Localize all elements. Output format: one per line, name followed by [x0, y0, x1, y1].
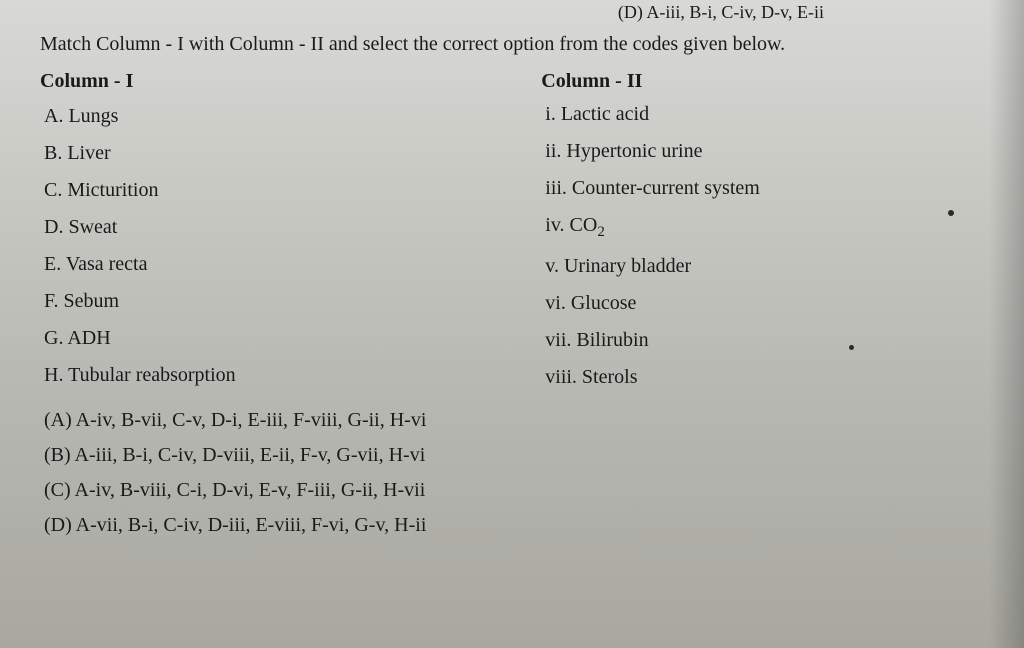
answer-options: (A) A-iv, B-vii, C-v, D-i, E-iii, F-viii… — [40, 409, 1004, 537]
column-one-item: H. Tubular reabsorption — [40, 364, 541, 387]
column-one-item: C. Micturition — [40, 179, 541, 202]
column-one-item: E. Vasa recta — [40, 253, 541, 276]
column-two-item: ii. Hypertonic urine — [541, 140, 1004, 163]
page-edge-shadow — [989, 0, 1024, 648]
print-mark-icon — [948, 210, 954, 216]
question-instruction: Match Column - I with Column - II and se… — [40, 33, 1004, 56]
option-b[interactable]: (B) A-iii, B-i, C-iv, D-viii, E-ii, F-v,… — [40, 444, 1004, 467]
column-two-item: i. Lactic acid — [541, 103, 1004, 126]
print-mark-icon — [849, 345, 854, 350]
column-two: Column - II i. Lactic acid ii. Hypertoni… — [541, 70, 1004, 403]
column-one-header: Column - I — [40, 70, 541, 93]
option-d[interactable]: (D) A-vii, B-i, C-iv, D-iii, E-viii, F-v… — [40, 514, 1004, 537]
column-two-header: Column - II — [541, 70, 1004, 93]
column-one-item: D. Sweat — [40, 216, 541, 239]
column-two-item: viii. Sterols — [541, 366, 1004, 389]
column-two-item: iii. Counter-current system — [541, 177, 1004, 200]
previous-option-fragment: (D) A-iii, B-i, C-iv, D-v, E-ii — [40, 0, 1004, 23]
column-two-item: v. Urinary bladder — [541, 255, 1004, 278]
option-c[interactable]: (C) A-iv, B-viii, C-i, D-vi, E-v, F-iii,… — [40, 479, 1004, 502]
match-columns-container: Column - I A. Lungs B. Liver C. Micturit… — [40, 70, 1004, 403]
column-one-item: F. Sebum — [40, 290, 541, 313]
column-one: Column - I A. Lungs B. Liver C. Micturit… — [40, 70, 541, 403]
column-one-item: A. Lungs — [40, 105, 541, 128]
column-two-item: vi. Glucose — [541, 292, 1004, 315]
column-two-item-co2: iv. CO2 — [541, 214, 1004, 241]
option-a[interactable]: (A) A-iv, B-vii, C-v, D-i, E-iii, F-viii… — [40, 409, 1004, 432]
column-one-item: G. ADH — [40, 327, 541, 350]
column-one-item: B. Liver — [40, 142, 541, 165]
column-two-item: vii. Bilirubin — [541, 329, 1004, 352]
